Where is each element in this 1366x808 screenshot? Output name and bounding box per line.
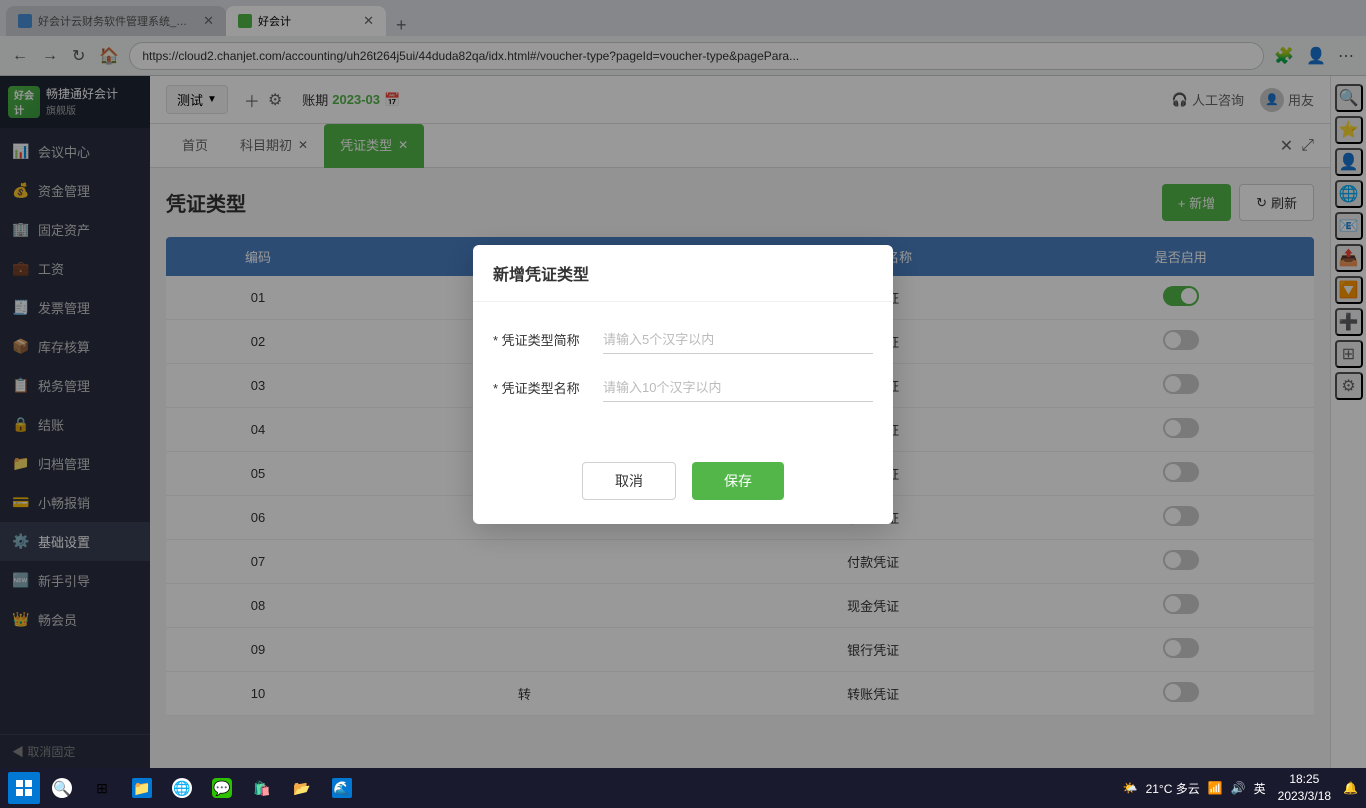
network-icon[interactable]: 📶 [1208, 781, 1223, 795]
cancel-label: 取消 [615, 473, 643, 489]
name-input[interactable] [603, 374, 873, 402]
edge-icon: 🌊 [332, 778, 352, 798]
modal-footer: 取消 保存 [473, 446, 893, 524]
cancel-button[interactable]: 取消 [582, 462, 676, 500]
taskbar-taskview[interactable]: ⊞ [84, 772, 120, 804]
explorer-icon: 📁 [132, 778, 152, 798]
taskbar-wechat[interactable]: 💬 [204, 772, 240, 804]
save-button[interactable]: 保存 [692, 462, 784, 500]
windows-taskbar: 🔍 ⊞ 📁 🌐 💬 🛍️ 📂 🌊 🌤️ 21°C 多云 📶 🔊 英 18:25 … [0, 768, 1366, 808]
notification-icon[interactable]: 🔔 [1343, 781, 1358, 795]
taskbar-right: 🌤️ 21°C 多云 📶 🔊 英 18:25 2023/3/18 🔔 [1123, 771, 1358, 805]
weather-icon: 🌤️ [1123, 781, 1138, 795]
modal-title: 新增凭证类型 [493, 267, 589, 284]
weather-text: 21°C 多云 [1146, 780, 1200, 797]
modal-overlay: 新增凭证类型 * 凭证类型简称 * 凭证类型名称 取消 保存 [0, 0, 1366, 768]
save-label: 保存 [724, 473, 752, 489]
language-indicator[interactable]: 英 [1254, 780, 1266, 797]
store-icon: 🛍️ [252, 778, 272, 798]
add-voucher-modal: 新增凭证类型 * 凭证类型简称 * 凭证类型名称 取消 保存 [473, 245, 893, 524]
wechat-icon: 💬 [212, 778, 232, 798]
modal-body: * 凭证类型简称 * 凭证类型名称 [473, 302, 893, 446]
files-icon: 📂 [292, 778, 312, 798]
systray: 🌤️ 21°C 多云 📶 🔊 英 [1123, 780, 1266, 797]
taskbar-edge[interactable]: 🌊 [324, 772, 360, 804]
taskbar-chrome[interactable]: 🌐 [164, 772, 200, 804]
taskbar-explorer[interactable]: 📁 [124, 772, 160, 804]
volume-icon[interactable]: 🔊 [1231, 781, 1246, 795]
taskbar-date: 2023/3/18 [1278, 788, 1331, 805]
modal-header: 新增凭证类型 [473, 245, 893, 302]
short-input[interactable] [603, 326, 873, 354]
form-row-name: * 凭证类型名称 [493, 374, 873, 402]
search-taskbar-icon: 🔍 [52, 778, 72, 798]
taskbar-time: 18:25 [1278, 771, 1331, 788]
taskbar-files[interactable]: 📂 [284, 772, 320, 804]
short-label: * 凭证类型简称 [493, 330, 603, 349]
name-label: * 凭证类型名称 [493, 378, 603, 397]
chrome-icon: 🌐 [172, 778, 192, 798]
taskbar-time-date: 18:25 2023/3/18 [1278, 771, 1331, 805]
form-row-short: * 凭证类型简称 [493, 326, 873, 354]
taskbar-store[interactable]: 🛍️ [244, 772, 280, 804]
taskbar-search[interactable]: 🔍 [44, 772, 80, 804]
start-button[interactable] [8, 772, 40, 804]
taskview-icon: ⊞ [92, 778, 112, 798]
